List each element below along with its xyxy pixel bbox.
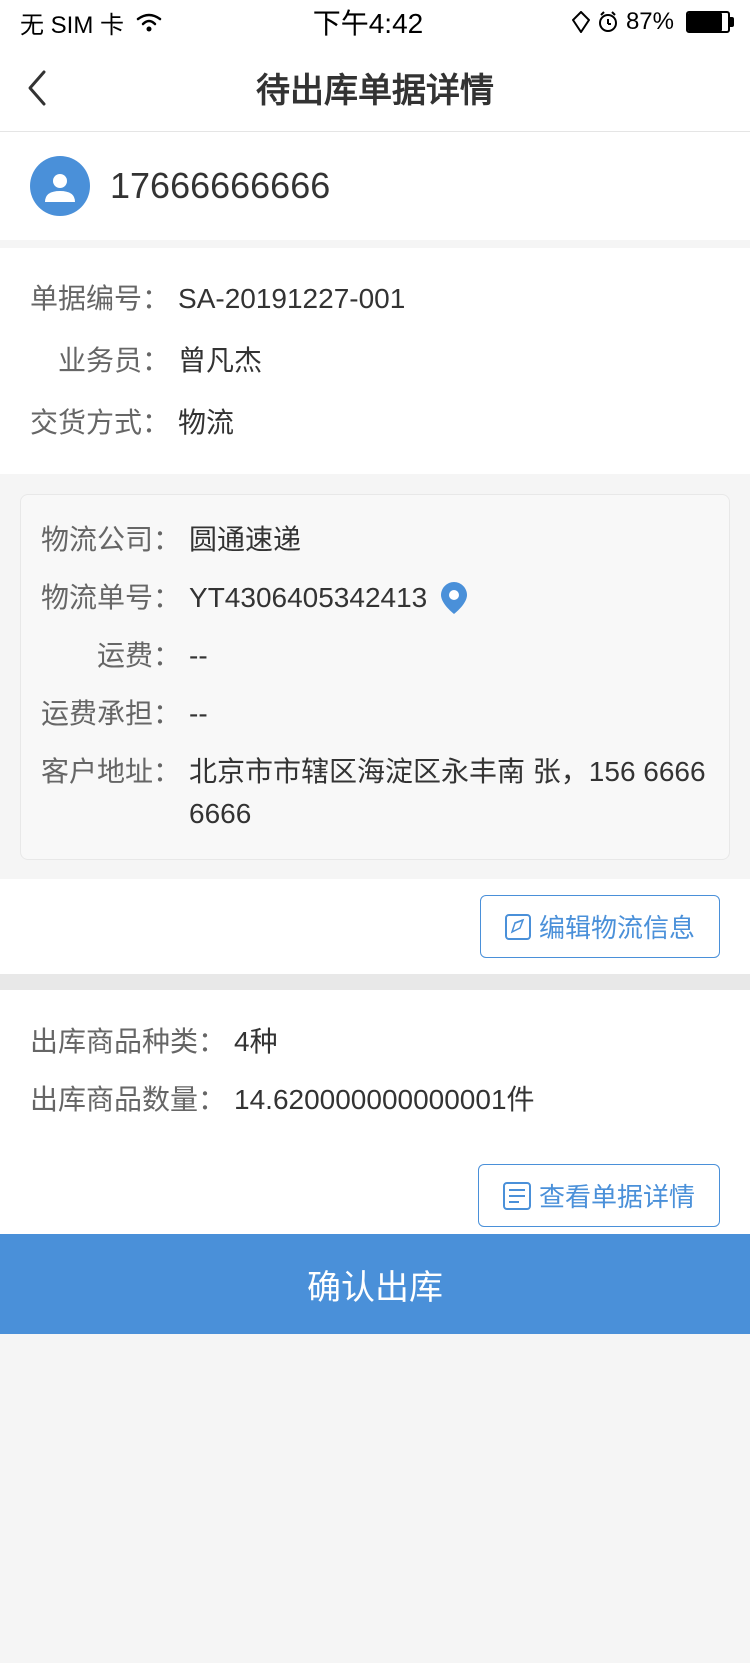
edit-logistics-label: 编辑物流信息 xyxy=(539,908,695,945)
goods-quantity-row: 出库商品数量： 14.620000000000001件 xyxy=(30,1078,720,1118)
goods-quantity-label: 出库商品数量： xyxy=(30,1078,226,1118)
nav-bar: 待出库单据详情 xyxy=(0,44,750,132)
list-icon xyxy=(503,1182,531,1210)
freight-bearer-label: 运费承担： xyxy=(41,693,181,735)
goods-type-value: 4种 xyxy=(234,1020,278,1060)
tracking-label: 物流单号： xyxy=(41,577,181,619)
person-icon xyxy=(42,168,78,204)
delivery-label: 交货方式： xyxy=(30,402,170,444)
salesperson-value: 曾凡杰 xyxy=(178,340,720,382)
freight-label: 运费： xyxy=(41,635,181,677)
goods-section: 出库商品种类： 4种 出库商品数量： 14.620000000000001件 xyxy=(0,990,750,1148)
address-value: 北京市市辖区海淀区永丰南 张，156 6666 6666 xyxy=(189,751,709,835)
status-left: 无 SIM 卡 xyxy=(20,5,164,40)
back-button[interactable] xyxy=(24,68,48,108)
page-title: 待出库单据详情 xyxy=(256,63,494,112)
logistics-section: 物流公司： 圆通速递 物流单号： YT43064053424​13 运费： --… xyxy=(20,494,730,860)
freight-value: -- xyxy=(189,635,709,677)
separator xyxy=(0,974,750,990)
tracking-value: YT43064053424​13 xyxy=(189,577,709,619)
delivery-value: 物流 xyxy=(178,402,720,444)
salesperson-row: 业务员： 曾凡杰 xyxy=(30,340,720,382)
location-pin-icon[interactable] xyxy=(439,580,469,616)
main-content: 17666666666 单据编号： SA-20191227-001 业务员： 曾… xyxy=(0,132,750,1663)
view-btn-container: 查看单据详情 xyxy=(0,1148,750,1243)
logistics-company-value: 圆通速递 xyxy=(189,519,709,561)
goods-quantity-value: 14.620000000000001件 xyxy=(234,1078,535,1118)
freight-bearer-row: 运费承担： -- xyxy=(41,693,709,735)
freight-bearer-value: -- xyxy=(189,693,709,735)
carrier-text: 无 SIM 卡 xyxy=(20,5,124,40)
status-bar: 无 SIM 卡 下午4:42 87% xyxy=(0,0,750,44)
dashed-divider xyxy=(0,240,750,248)
delivery-row: 交货方式： 物流 xyxy=(30,402,720,444)
edit-logistics-button[interactable]: 编辑物流信息 xyxy=(480,895,720,958)
battery-percent: 87% xyxy=(626,8,674,36)
order-no-row: 单据编号： SA-20191227-001 xyxy=(30,278,720,320)
status-right: 87% xyxy=(572,8,730,36)
salesperson-label: 业务员： xyxy=(30,340,170,382)
edit-btn-container: 编辑物流信息 xyxy=(0,879,750,974)
alarm-icon xyxy=(598,11,618,33)
confirm-button[interactable]: 确认出库 xyxy=(0,1234,750,1334)
edit-icon xyxy=(505,914,531,940)
address-row: 客户地址： 北京市市辖区海淀区永丰南 张，156 6666 6666 xyxy=(41,751,709,835)
status-time: 下午4:42 xyxy=(313,2,424,42)
order-no-label: 单据编号： xyxy=(30,278,170,320)
address-label: 客户地址： xyxy=(41,751,181,793)
customer-phone: 17666666666 xyxy=(110,165,330,207)
freight-row: 运费： -- xyxy=(41,635,709,677)
order-no-value: SA-20191227-001 xyxy=(178,278,720,320)
confirm-label: 确认出库 xyxy=(307,1260,443,1309)
order-info-section: 单据编号： SA-20191227-001 业务员： 曾凡杰 交货方式： 物流 xyxy=(0,248,750,474)
view-detail-label: 查看单据详情 xyxy=(539,1177,695,1214)
logistics-company-label: 物流公司： xyxy=(41,519,181,561)
battery-icon xyxy=(686,11,730,33)
tracking-row: 物流单号： YT43064053424​13 xyxy=(41,577,709,619)
wifi-icon xyxy=(134,11,164,33)
logistics-company-row: 物流公司： 圆通速递 xyxy=(41,519,709,561)
view-detail-button[interactable]: 查看单据详情 xyxy=(478,1164,720,1227)
location-service-icon xyxy=(572,11,590,33)
goods-type-label: 出库商品种类： xyxy=(30,1020,226,1060)
goods-type-row: 出库商品种类： 4种 xyxy=(30,1020,720,1060)
avatar xyxy=(30,156,90,216)
customer-header: 17666666666 xyxy=(0,132,750,240)
